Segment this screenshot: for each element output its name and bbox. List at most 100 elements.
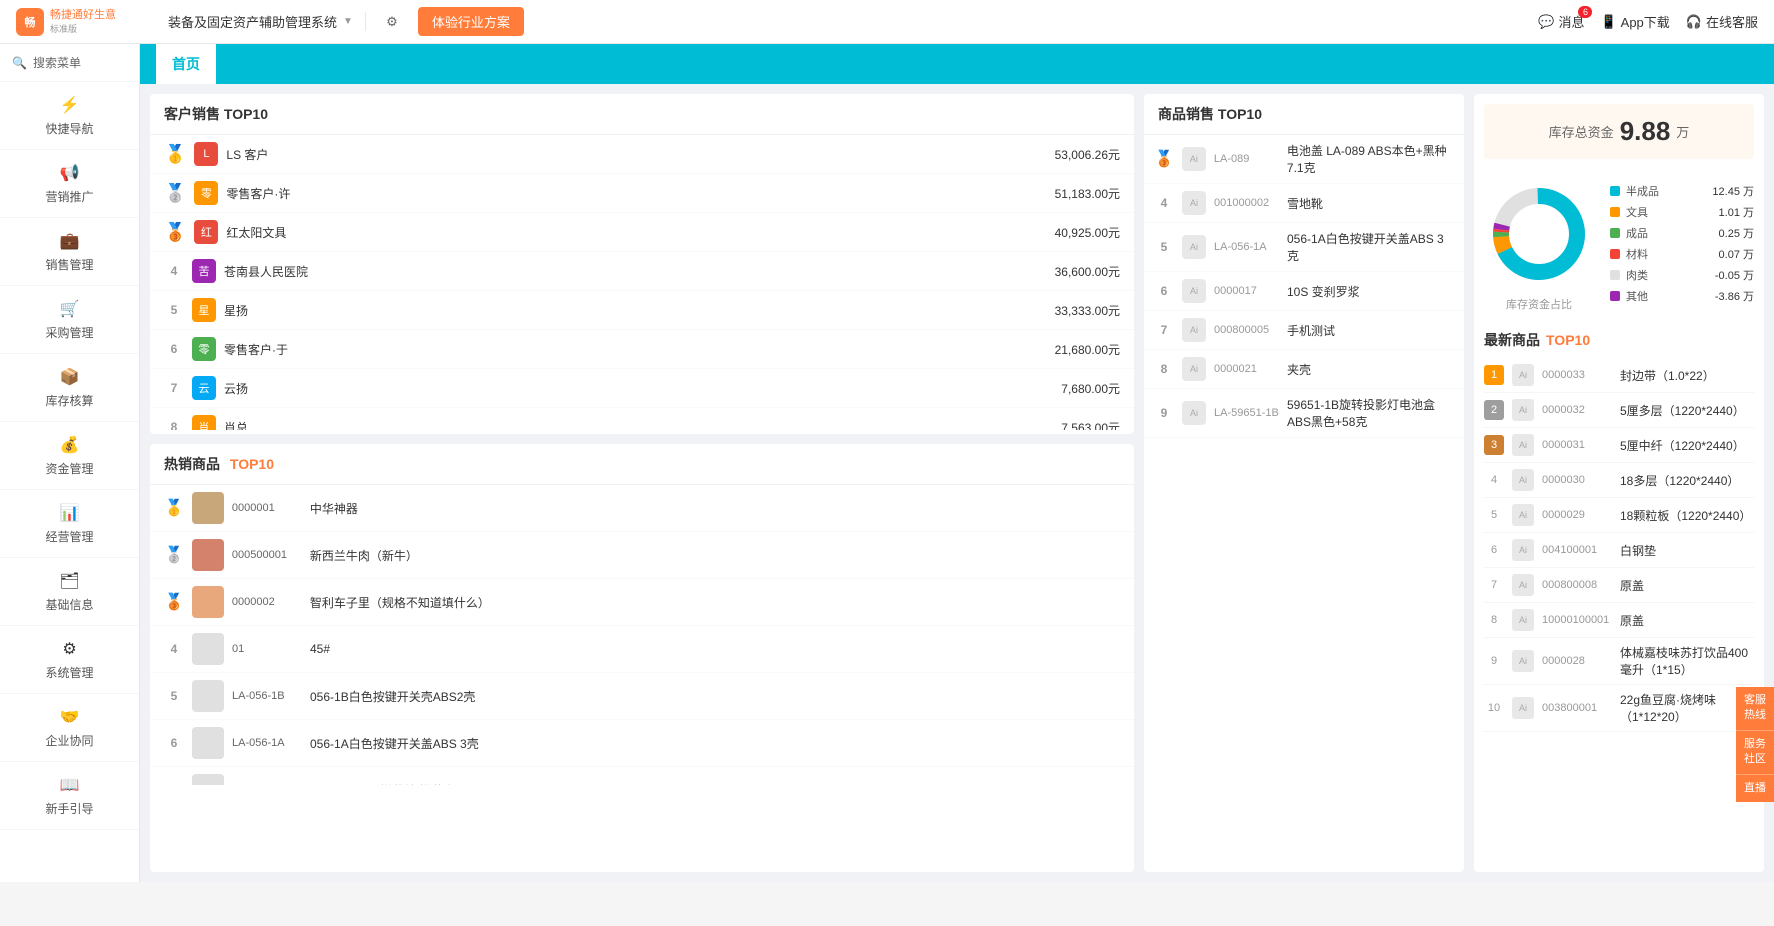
trial-button[interactable]: 体验行业方案 [418,7,524,36]
box-icon: 📦 [59,366,81,388]
product-code: 0000032 [1542,404,1612,416]
inventory-ratio-label: 库存资金占比 [1484,296,1594,312]
legend-dot [1610,186,1620,196]
system-selector[interactable]: 装备及固定资产辅助管理系统 ▼ [168,12,366,31]
sidebar-item-marketing[interactable]: 📢 营销推广 [0,150,139,218]
customer-name: 云扬 [224,380,1053,397]
sidebar-item-operations[interactable]: 📊 经营管理 [0,490,139,558]
float-community-btn[interactable]: 服务社区 [1736,731,1774,775]
customer-ranking-title: 客户销售 TOP10 [164,104,268,124]
list-item: 9 Ai 0000028 体械嘉枝味苏打饮品400毫升（1*15） [1484,638,1754,685]
product-name: 5厘多层（1220*2440） [1620,402,1754,419]
gear-button[interactable]: ⚙ [378,8,406,36]
mobile-icon: 📱 [1600,14,1616,30]
product-code: 0000017 [1214,285,1279,297]
legend-name: 半成品 [1626,183,1706,199]
message-button[interactable]: 💬 消息 6 [1538,12,1584,31]
sidebar-item-inventory[interactable]: 📦 库存核算 [0,354,139,422]
megaphone-icon: 📢 [59,162,81,184]
rank-number: 4 [1154,193,1174,213]
sidebar-item-system[interactable]: ⚙ 系统管理 [0,626,139,694]
product-icon: Ai [1182,357,1206,381]
donut-section: 库存资金占比 半成品 12.45 万 文具 1.01 万 [1484,169,1754,322]
list-item: 8 Ai 0000021 夹壳 [1144,350,1464,389]
search-menu-item[interactable]: 🔍 搜索菜单 [0,44,139,82]
sidebar-item-guide[interactable]: 📖 新手引导 [0,762,139,830]
avatar: 红 [194,220,218,244]
legend-item-material: 材料 0.07 万 [1610,246,1754,262]
main-content: 首页 客户销售 TOP10 🥇 L LS 客户 5 [140,44,1774,882]
product-name: 夹壳 [1287,361,1454,378]
nav-bar: 首页 [140,44,1774,84]
customer-name: 红太阳文具 [226,224,1046,241]
customer-value: 40,925.00元 [1055,224,1120,241]
briefcase-icon: 💼 [59,230,81,252]
legend-name: 其他 [1626,288,1709,304]
rank-number: 5 [164,300,184,320]
latest-products-list: 1 Ai 0000033 封边带（1.0*22） 2 Ai 0000032 5厘… [1484,358,1754,732]
sidebar: 🔍 搜索菜单 ⚡ 快捷导航 📢 营销推广 💼 销售管理 🛒 采购管理 📦 库存核… [0,44,140,882]
product-icon: Ai [1182,401,1206,425]
list-item: 4 01 45# [150,626,1134,673]
table-row: 6 零 零售客户·于 21,680.00元 [150,330,1134,369]
product-name: 59651-1B旋转投影灯电池盒ABS黑色+58克 [1287,396,1454,430]
product-thumbnail [192,633,224,665]
legend-item-meat: 肉类 -0.05 万 [1610,267,1754,283]
right-panel: 库存总资金 9.88 万 [1474,94,1764,872]
legend-name: 肉类 [1626,267,1709,283]
product-code: LA-056-1B [232,690,302,702]
top-bar: 畅 畅捷通好生意 标准版 装备及固定资产辅助管理系统 ▼ ⚙ 体验行业方案 💬 … [0,0,1774,44]
inventory-label: 库存总资金 [1549,122,1614,141]
product-name: 电池盖 LA-089 ABS本色+黑种 7.1克 [1287,142,1454,176]
medal-silver-icon: 🥈 [164,545,184,565]
app-download-button[interactable]: 📱 App下载 [1600,12,1669,31]
product-code: 01 [232,643,302,655]
sidebar-item-collab[interactable]: 🤝 企业协同 [0,694,139,762]
book-icon: 📖 [59,774,81,796]
legend-name: 文具 [1626,204,1713,220]
product-code: 10000100001 [1542,614,1612,626]
product-icon: Ai [1182,318,1206,342]
list-item: 3 Ai 0000031 5厘中纤（1220*2440） [1484,428,1754,463]
legend-value: -0.05 万 [1715,267,1754,283]
product-icon: Ai [1182,147,1206,171]
handshake-icon: 🤝 [59,706,81,728]
product-name: 智利车子里（规格不知道填什么） [310,594,1120,611]
rank-number: 4 [1484,470,1504,490]
sidebar-item-finance[interactable]: 💰 资金管理 [0,422,139,490]
online-service-button[interactable]: 🎧 在线客服 [1686,12,1758,31]
product-code: 0000001 [232,502,302,514]
sidebar-item-basics[interactable]: 🗂 基础信息 [0,558,139,626]
medal-bronze-icon: 🥉 [164,592,184,612]
product-name: 雪地靴 [1287,195,1454,212]
avatar: L [194,142,218,166]
product-name: 2.0X30MM双搓花轴,搓花直径2.1MM/ROHS [310,782,1120,786]
product-code: NB2.0X30B [232,784,302,785]
avatar: 苦 [192,259,216,283]
list-item: 5 Ai 0000029 18颗粒板（1220*2440） [1484,498,1754,533]
float-service-btn[interactable]: 客服热线 [1736,687,1774,731]
rank-number: 5 [164,686,184,706]
list-item: 6 LA-056-1A 056-1A白色按键开关盖ABS 3壳 [150,720,1134,767]
tab-home[interactable]: 首页 [156,44,216,84]
medal-bronze-icon: 🥉 [164,222,186,243]
legend-dot [1610,228,1620,238]
app-label: App下载 [1621,12,1670,31]
legend-value: 12.45 万 [1712,183,1754,199]
sidebar-item-sales[interactable]: 💼 销售管理 [0,218,139,286]
headset-icon: 🎧 [1686,14,1702,30]
list-item: 5 LA-056-1B 056-1B白色按键开关壳ABS2壳 [150,673,1134,720]
customer-rank-list: 🥇 L LS 客户 53,006.26元 🥈 零 零售客户·许 51,183.0… [150,135,1134,430]
sidebar-item-purchase[interactable]: 🛒 采购管理 [0,286,139,354]
sidebar-item-quick-nav[interactable]: ⚡ 快捷导航 [0,82,139,150]
rank-number: 9 [1154,403,1174,423]
customer-value: 51,183.00元 [1055,185,1120,202]
product-name: 手机测试 [1287,322,1454,339]
table-row: 🥈 零 零售客户·许 51,183.00元 [150,174,1134,213]
donut-chart: 库存资金占比 [1484,179,1594,312]
table-row: 5 星 星扬 33,333.00元 [150,291,1134,330]
float-live-btn[interactable]: 直播 [1736,775,1774,802]
product-name: 原盖 [1620,577,1754,594]
avatar: 星 [192,298,216,322]
inventory-amount: 9.88 [1620,116,1671,147]
